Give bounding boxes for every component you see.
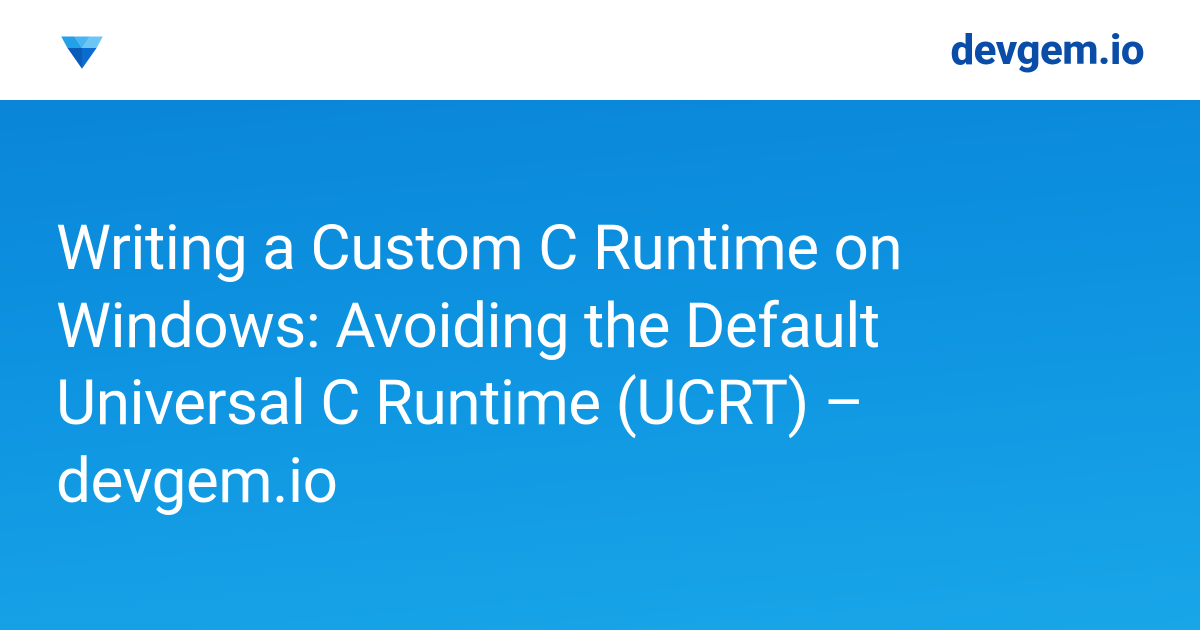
gem-icon <box>56 26 108 74</box>
page-title: Writing a Custom C Runtime on Windows: A… <box>56 210 1056 520</box>
site-logo <box>56 26 108 74</box>
header-bar: devgem.io <box>0 0 1200 100</box>
hero-section: Writing a Custom C Runtime on Windows: A… <box>0 100 1200 630</box>
site-name: devgem.io <box>951 26 1144 75</box>
